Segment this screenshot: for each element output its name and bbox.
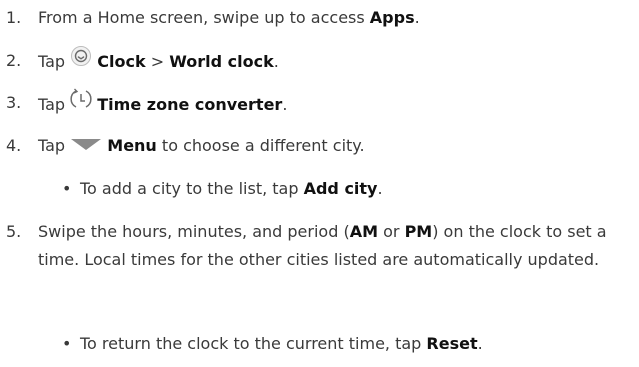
step-5-text: Swipe the hours, minutes, and period (AM…: [38, 218, 638, 273]
step-number: 1.: [6, 8, 22, 27]
world-clock-label: World clock: [169, 52, 274, 71]
bullet-text: To add a city to the list, tap Add city.: [80, 175, 383, 203]
step-text-part: .: [282, 95, 288, 114]
clock-label: Clock: [97, 52, 146, 71]
breadcrumb-separator: >: [145, 52, 170, 71]
bullet-dot: •: [62, 334, 72, 353]
step-text-part: .: [273, 52, 279, 71]
step-number: 3.: [6, 93, 22, 112]
step-text: Tap Clock > World clock.: [38, 45, 279, 78]
bullet-text-part: To return the clock to the current time,…: [80, 334, 427, 353]
step-text: From a Home screen, swipe up to access A…: [38, 4, 420, 32]
step-number: 5.: [6, 222, 22, 241]
step-text-part: From a Home screen, swipe up to access: [38, 8, 370, 27]
step-text-part: Swipe the hours, minutes, and period (: [38, 222, 350, 241]
menu-label: Menu: [107, 136, 157, 155]
reset-label: Reset: [426, 334, 478, 353]
bullet-text-part: .: [377, 179, 383, 198]
pm-label: PM: [404, 222, 433, 241]
time-zone-converter-label: Time zone converter: [97, 95, 283, 114]
bullet-dot: •: [62, 179, 72, 198]
apps-label: Apps: [369, 8, 415, 27]
am-label: AM: [349, 222, 379, 241]
clock-app-icon: [70, 45, 92, 76]
dropdown-menu-icon: [70, 132, 102, 160]
bullet-text-part: To add a city to the list, tap: [80, 179, 304, 198]
step-text: Tap Time zone converter.: [38, 87, 288, 122]
bullet-text-part: .: [477, 334, 483, 353]
step-text-part: .: [414, 8, 420, 27]
step-number: 2.: [6, 51, 22, 70]
step-text-part: to choose a different city.: [156, 136, 365, 155]
add-city-label: Add city: [303, 179, 378, 198]
step-number: 4.: [6, 136, 22, 155]
step-text-part: or: [378, 222, 405, 241]
step-text: Tap Menu to choose a different city.: [38, 132, 365, 161]
step-text-part: Tap: [38, 52, 71, 71]
step-text-part: Tap: [38, 136, 71, 155]
bullet-text: To return the clock to the current time,…: [80, 330, 483, 358]
step-text-part: Tap: [38, 95, 71, 114]
time-zone-converter-icon: [70, 87, 92, 120]
